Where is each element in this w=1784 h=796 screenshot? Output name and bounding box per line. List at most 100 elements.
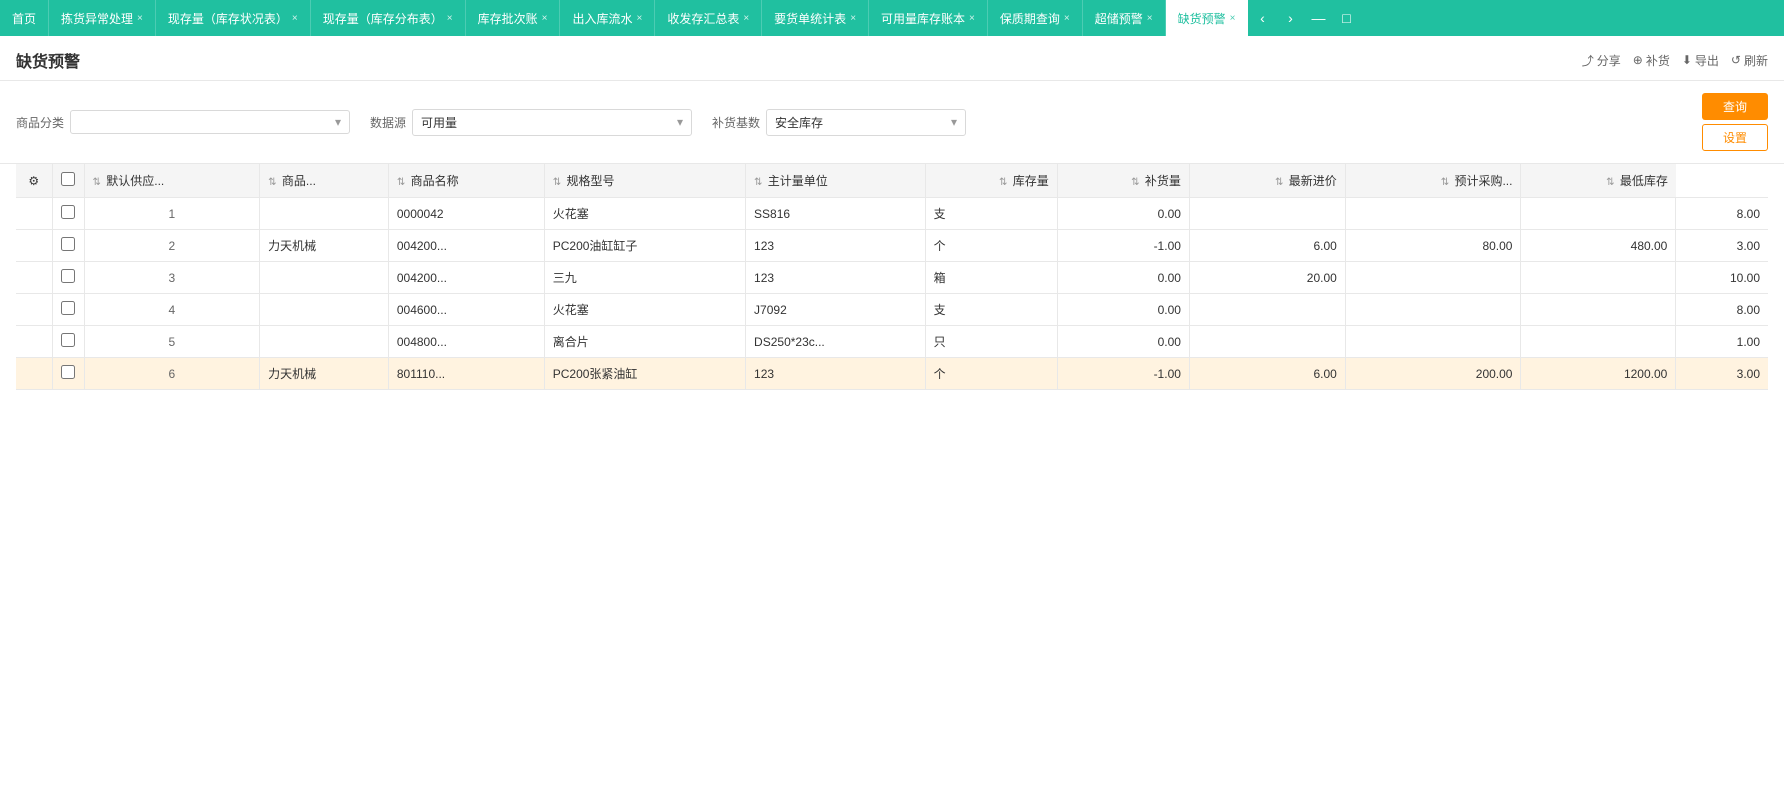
row-stock: 0.00 <box>1057 326 1189 358</box>
th-stock[interactable]: ⇅ 库存量 <box>925 164 1057 198</box>
sort-supplier-icon: ⇅ <box>93 177 101 188</box>
tab-batch-account[interactable]: 库存批次账 × <box>466 0 561 36</box>
replenish-base-select[interactable]: 安全库存 ▾ <box>766 109 966 136</box>
row-est-purchase <box>1521 294 1676 326</box>
th-replenish[interactable]: ⇅ 补货量 <box>1057 164 1189 198</box>
datasource-select[interactable]: 可用量 ▾ <box>412 109 692 136</box>
close-tab-shortage[interactable]: × <box>1230 13 1236 24</box>
table-row: 4 004600... 火花塞 J7092 支 0.00 8.00 <box>16 294 1768 326</box>
row-checkbox[interactable] <box>61 333 75 347</box>
row-latest-price: 200.00 <box>1345 358 1521 390</box>
sort-stock-icon: ⇅ <box>999 177 1007 188</box>
share-button[interactable]: ⤴ 分享 <box>1582 52 1621 69</box>
row-est-purchase <box>1521 262 1676 294</box>
row-gear-cell <box>16 230 52 262</box>
row-stock: 0.00 <box>1057 262 1189 294</box>
close-tab-abnormal[interactable]: × <box>137 13 143 24</box>
tab-prev-button[interactable]: ‹ <box>1248 0 1276 36</box>
row-gear-cell <box>16 358 52 390</box>
select-all-checkbox[interactable] <box>61 172 75 186</box>
table-body: 1 0000042 火花塞 SS816 支 0.00 8.00 2 力天机械 0… <box>16 198 1768 390</box>
row-replenish <box>1189 326 1345 358</box>
tab-inventory-status[interactable]: 现存量（库存状况表） × <box>156 0 311 36</box>
row-est-purchase: 480.00 <box>1521 230 1676 262</box>
tab-next-button[interactable]: › <box>1276 0 1304 36</box>
th-name[interactable]: ⇅ 商品名称 <box>388 164 544 198</box>
row-spec: DS250*23c... <box>746 326 926 358</box>
row-checkbox[interactable] <box>61 269 75 283</box>
tab-available-ledger[interactable]: 可用量库存账本 × <box>869 0 988 36</box>
export-button[interactable]: ⬇ 导出 <box>1682 52 1719 69</box>
close-tab-order-stats[interactable]: × <box>850 13 856 24</box>
th-code[interactable]: ⇅ 商品... <box>260 164 389 198</box>
sort-code-icon: ⇅ <box>268 177 276 188</box>
table-row: 3 004200... 三九 123 箱 0.00 20.00 10.00 <box>16 262 1768 294</box>
th-min-stock[interactable]: ⇅ 最低库存 <box>1521 164 1676 198</box>
sort-min-stock-icon: ⇅ <box>1606 177 1614 188</box>
row-unit: 个 <box>925 358 1057 390</box>
tab-shortage[interactable]: 缺货预警 × <box>1166 0 1249 36</box>
table-row: 2 力天机械 004200... PC200油缸缸子 123 个 -1.00 6… <box>16 230 1768 262</box>
refresh-button[interactable]: ↺ 刷新 <box>1731 52 1768 69</box>
row-checkbox[interactable] <box>61 365 75 379</box>
row-supplier <box>260 198 389 230</box>
close-tab-inventory-status[interactable]: × <box>292 13 298 24</box>
category-filter-group: 商品分类 ▾ <box>16 110 350 134</box>
datasource-label: 数据源 <box>370 114 406 131</box>
maximize-button[interactable]: □ <box>1332 0 1360 36</box>
tab-inout-flow[interactable]: 出入库流水 × <box>560 0 655 36</box>
replenish-button[interactable]: ⊕ 补货 <box>1633 52 1670 69</box>
row-num: 1 <box>84 198 260 230</box>
row-latest-price <box>1345 326 1521 358</box>
tab-abnormal[interactable]: 拣货异常处理 × <box>49 0 156 36</box>
row-spec: J7092 <box>746 294 926 326</box>
row-spec: 123 <box>746 262 926 294</box>
close-tab-batch-account[interactable]: × <box>542 13 548 24</box>
th-unit[interactable]: ⇅ 主计量单位 <box>746 164 926 198</box>
tab-receive-summary[interactable]: 收发存汇总表 × <box>655 0 762 36</box>
close-tab-expiry-query[interactable]: × <box>1064 13 1070 24</box>
tab-overstock[interactable]: 超储预警 × <box>1083 0 1166 36</box>
row-checkbox[interactable] <box>61 205 75 219</box>
th-gear[interactable]: ⚙ <box>16 164 52 198</box>
row-name: PC200油缸缸子 <box>544 230 745 262</box>
row-spec: 123 <box>746 358 926 390</box>
row-min-stock: 10.00 <box>1676 262 1768 294</box>
row-gear-cell <box>16 294 52 326</box>
row-checkbox[interactable] <box>61 237 75 251</box>
tab-expiry-query[interactable]: 保质期查询 × <box>988 0 1083 36</box>
row-code: 004800... <box>388 326 544 358</box>
tab-inventory-dist[interactable]: 现存量（库存分布表） × <box>311 0 466 36</box>
replenish-base-label: 补货基数 <box>712 114 760 131</box>
row-latest-price <box>1345 262 1521 294</box>
th-latest-price[interactable]: ⇅ 最新进价 <box>1189 164 1345 198</box>
tab-home[interactable]: 首页 <box>0 0 49 36</box>
filter-actions: 查询 设置 <box>1702 93 1768 151</box>
row-spec: 123 <box>746 230 926 262</box>
filter-bar: 商品分类 ▾ 数据源 可用量 ▾ 补货基数 安全库存 ▾ 查询 设置 <box>0 81 1784 164</box>
close-tab-inventory-dist[interactable]: × <box>447 13 453 24</box>
row-latest-price <box>1345 198 1521 230</box>
query-button[interactable]: 查询 <box>1702 93 1768 120</box>
close-tab-inout-flow[interactable]: × <box>636 13 642 24</box>
row-checkbox[interactable] <box>61 301 75 315</box>
row-replenish <box>1189 198 1345 230</box>
close-tab-available-ledger[interactable]: × <box>969 13 975 24</box>
th-est-purchase[interactable]: ⇅ 预计采购... <box>1345 164 1521 198</box>
tab-order-stats[interactable]: 要货单统计表 × <box>762 0 869 36</box>
th-supplier[interactable]: ⇅ 默认供应... <box>84 164 260 198</box>
category-select[interactable]: ▾ <box>70 110 350 134</box>
row-code: 004200... <box>388 262 544 294</box>
replenish-icon: ⊕ <box>1633 53 1643 67</box>
datasource-filter-group: 数据源 可用量 ▾ <box>370 109 692 136</box>
th-spec[interactable]: ⇅ 规格型号 <box>544 164 745 198</box>
row-checkbox-cell <box>52 230 84 262</box>
row-name: 离合片 <box>544 326 745 358</box>
close-tab-overstock[interactable]: × <box>1147 13 1153 24</box>
sort-latest-price-icon: ⇅ <box>1275 177 1283 188</box>
row-min-stock: 3.00 <box>1676 230 1768 262</box>
minimize-button[interactable]: — <box>1304 0 1332 36</box>
close-tab-receive-summary[interactable]: × <box>743 13 749 24</box>
row-supplier <box>260 326 389 358</box>
settings-button[interactable]: 设置 <box>1702 124 1768 151</box>
